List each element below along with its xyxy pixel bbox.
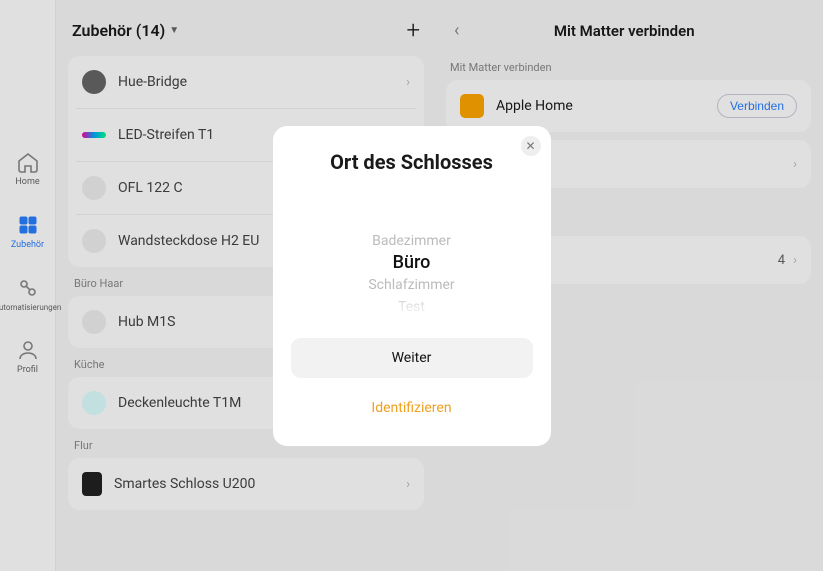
picker-option[interactable]: Test xyxy=(398,296,425,318)
close-button[interactable]: ✕ xyxy=(521,136,541,156)
modal-overlay[interactable]: ✕ Ort des Schlosses Badezimmer Büro Schl… xyxy=(0,0,823,571)
picker-option-selected[interactable]: Büro xyxy=(393,252,431,274)
continue-button[interactable]: Weiter xyxy=(291,338,533,378)
location-picker[interactable]: Badezimmer Büro Schlafzimmer Test Wohnzi… xyxy=(291,208,533,318)
modal-title: Ort des Schlosses xyxy=(291,150,533,174)
picker-option[interactable]: Badezimmer xyxy=(372,230,451,252)
identify-button[interactable]: Identifizieren xyxy=(291,388,533,428)
location-picker-modal: ✕ Ort des Schlosses Badezimmer Büro Schl… xyxy=(273,126,551,446)
picker-option[interactable]: Schlafzimmer xyxy=(368,274,454,296)
